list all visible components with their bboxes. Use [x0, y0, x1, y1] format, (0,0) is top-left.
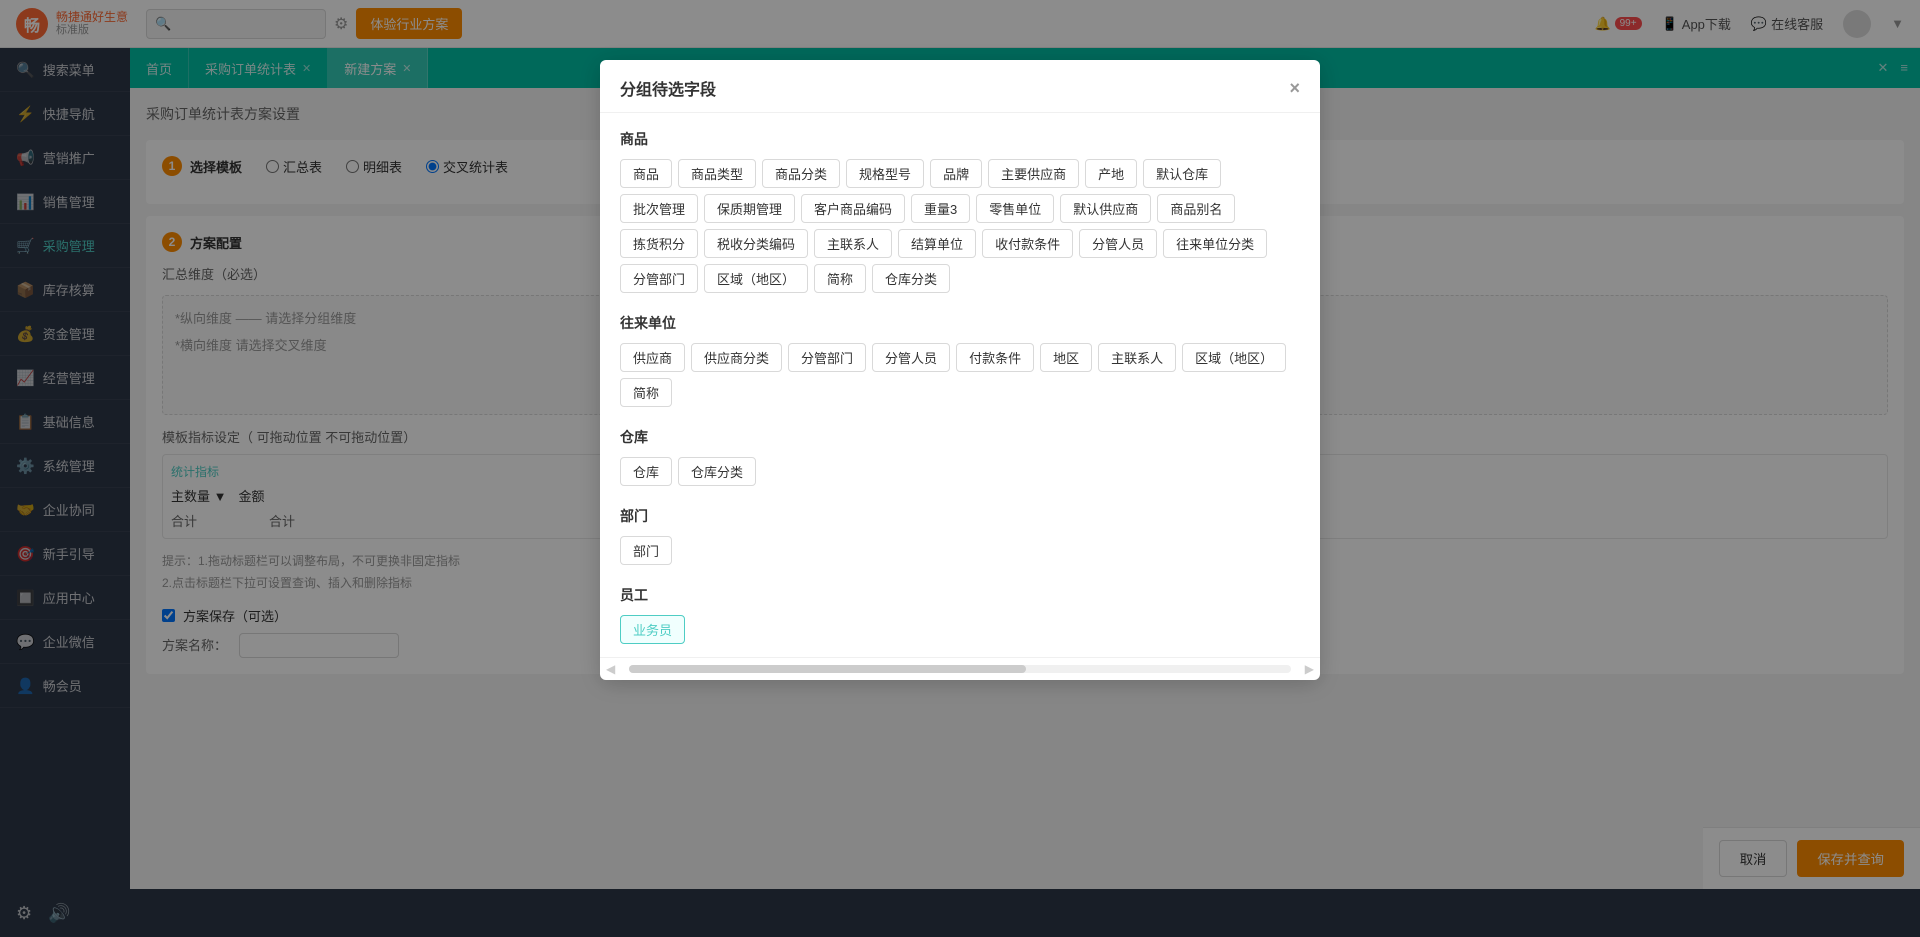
goods-tags: 商品 商品类型 商品分类 规格型号 品牌 主要供应商 产地 默认仓库 批次管理 … — [620, 159, 1300, 293]
tag-goods-25[interactable]: 仓库分类 — [872, 264, 950, 293]
tag-goods-13[interactable]: 默认供应商 — [1060, 194, 1151, 223]
modal-dialog: 分组待选字段 × 商品 商品 商品类型 商品分类 规格型号 品牌 主要供应商 产… — [600, 60, 1320, 680]
tag-goods-20[interactable]: 分管人员 — [1079, 229, 1157, 258]
partner-tags: 供应商 供应商分类 分管部门 分管人员 付款条件 地区 主联系人 区域（地区） … — [620, 343, 1300, 407]
tag-partner-7[interactable]: 区域（地区） — [1182, 343, 1286, 372]
section-warehouse: 仓库 仓库 仓库分类 — [620, 427, 1300, 486]
section-staff-title: 员工 — [620, 585, 1300, 605]
tag-goods-12[interactable]: 零售单位 — [976, 194, 1054, 223]
tag-partner-0[interactable]: 供应商 — [620, 343, 685, 372]
tag-goods-19[interactable]: 收付款条件 — [982, 229, 1073, 258]
tag-goods-15[interactable]: 拣货积分 — [620, 229, 698, 258]
tag-warehouse-0[interactable]: 仓库 — [620, 457, 672, 486]
hscroll-right[interactable]: ▶ — [1299, 662, 1320, 676]
hscroll-thumb — [629, 665, 1026, 673]
tag-goods-18[interactable]: 结算单位 — [898, 229, 976, 258]
section-goods: 商品 商品 商品类型 商品分类 规格型号 品牌 主要供应商 产地 默认仓库 批次… — [620, 129, 1300, 293]
section-dept: 部门 部门 — [620, 506, 1300, 565]
tag-partner-3[interactable]: 分管人员 — [872, 343, 950, 372]
modal-title: 分组待选字段 — [620, 76, 716, 100]
modal-hscroll[interactable]: ◀ ▶ — [600, 657, 1320, 680]
tag-goods-6[interactable]: 产地 — [1085, 159, 1137, 188]
section-warehouse-title: 仓库 — [620, 427, 1300, 447]
tag-goods-16[interactable]: 税收分类编码 — [704, 229, 808, 258]
modal-body[interactable]: 商品 商品 商品类型 商品分类 规格型号 品牌 主要供应商 产地 默认仓库 批次… — [600, 113, 1320, 657]
tag-goods-5[interactable]: 主要供应商 — [988, 159, 1079, 188]
tag-goods-11[interactable]: 重量3 — [911, 194, 970, 223]
tag-goods-21[interactable]: 往来单位分类 — [1163, 229, 1267, 258]
tag-partner-1[interactable]: 供应商分类 — [691, 343, 782, 372]
tag-goods-17[interactable]: 主联系人 — [814, 229, 892, 258]
tag-goods-0[interactable]: 商品 — [620, 159, 672, 188]
modal-header: 分组待选字段 × — [600, 60, 1320, 113]
tag-partner-6[interactable]: 主联系人 — [1098, 343, 1176, 372]
tag-staff-0[interactable]: 业务员 — [620, 615, 685, 644]
tag-goods-10[interactable]: 客户商品编码 — [801, 194, 905, 223]
section-partner-title: 往来单位 — [620, 313, 1300, 333]
modal-close-btn[interactable]: × — [1289, 79, 1300, 97]
section-dept-title: 部门 — [620, 506, 1300, 526]
tag-goods-7[interactable]: 默认仓库 — [1143, 159, 1221, 188]
dept-tags: 部门 — [620, 536, 1300, 565]
tag-partner-8[interactable]: 简称 — [620, 378, 672, 407]
hscroll-left[interactable]: ◀ — [600, 662, 621, 676]
tag-goods-4[interactable]: 品牌 — [930, 159, 982, 188]
tag-warehouse-1[interactable]: 仓库分类 — [678, 457, 756, 486]
tag-goods-9[interactable]: 保质期管理 — [704, 194, 795, 223]
staff-tags: 业务员 — [620, 615, 1300, 644]
tag-dept-0[interactable]: 部门 — [620, 536, 672, 565]
warehouse-tags: 仓库 仓库分类 — [620, 457, 1300, 486]
tag-goods-1[interactable]: 商品类型 — [678, 159, 756, 188]
tag-goods-8[interactable]: 批次管理 — [620, 194, 698, 223]
tag-goods-22[interactable]: 分管部门 — [620, 264, 698, 293]
tag-partner-4[interactable]: 付款条件 — [956, 343, 1034, 372]
section-partner: 往来单位 供应商 供应商分类 分管部门 分管人员 付款条件 地区 主联系人 区域… — [620, 313, 1300, 407]
tag-goods-2[interactable]: 商品分类 — [762, 159, 840, 188]
modal-overlay: 分组待选字段 × 商品 商品 商品类型 商品分类 规格型号 品牌 主要供应商 产… — [0, 0, 1920, 937]
tag-goods-3[interactable]: 规格型号 — [846, 159, 924, 188]
section-goods-title: 商品 — [620, 129, 1300, 149]
section-staff: 员工 业务员 — [620, 585, 1300, 644]
tag-partner-5[interactable]: 地区 — [1040, 343, 1092, 372]
tag-partner-2[interactable]: 分管部门 — [788, 343, 866, 372]
hscroll-bar — [629, 665, 1291, 673]
tag-goods-23[interactable]: 区域（地区） — [704, 264, 808, 293]
tag-goods-24[interactable]: 简称 — [814, 264, 866, 293]
tag-goods-14[interactable]: 商品别名 — [1157, 194, 1235, 223]
